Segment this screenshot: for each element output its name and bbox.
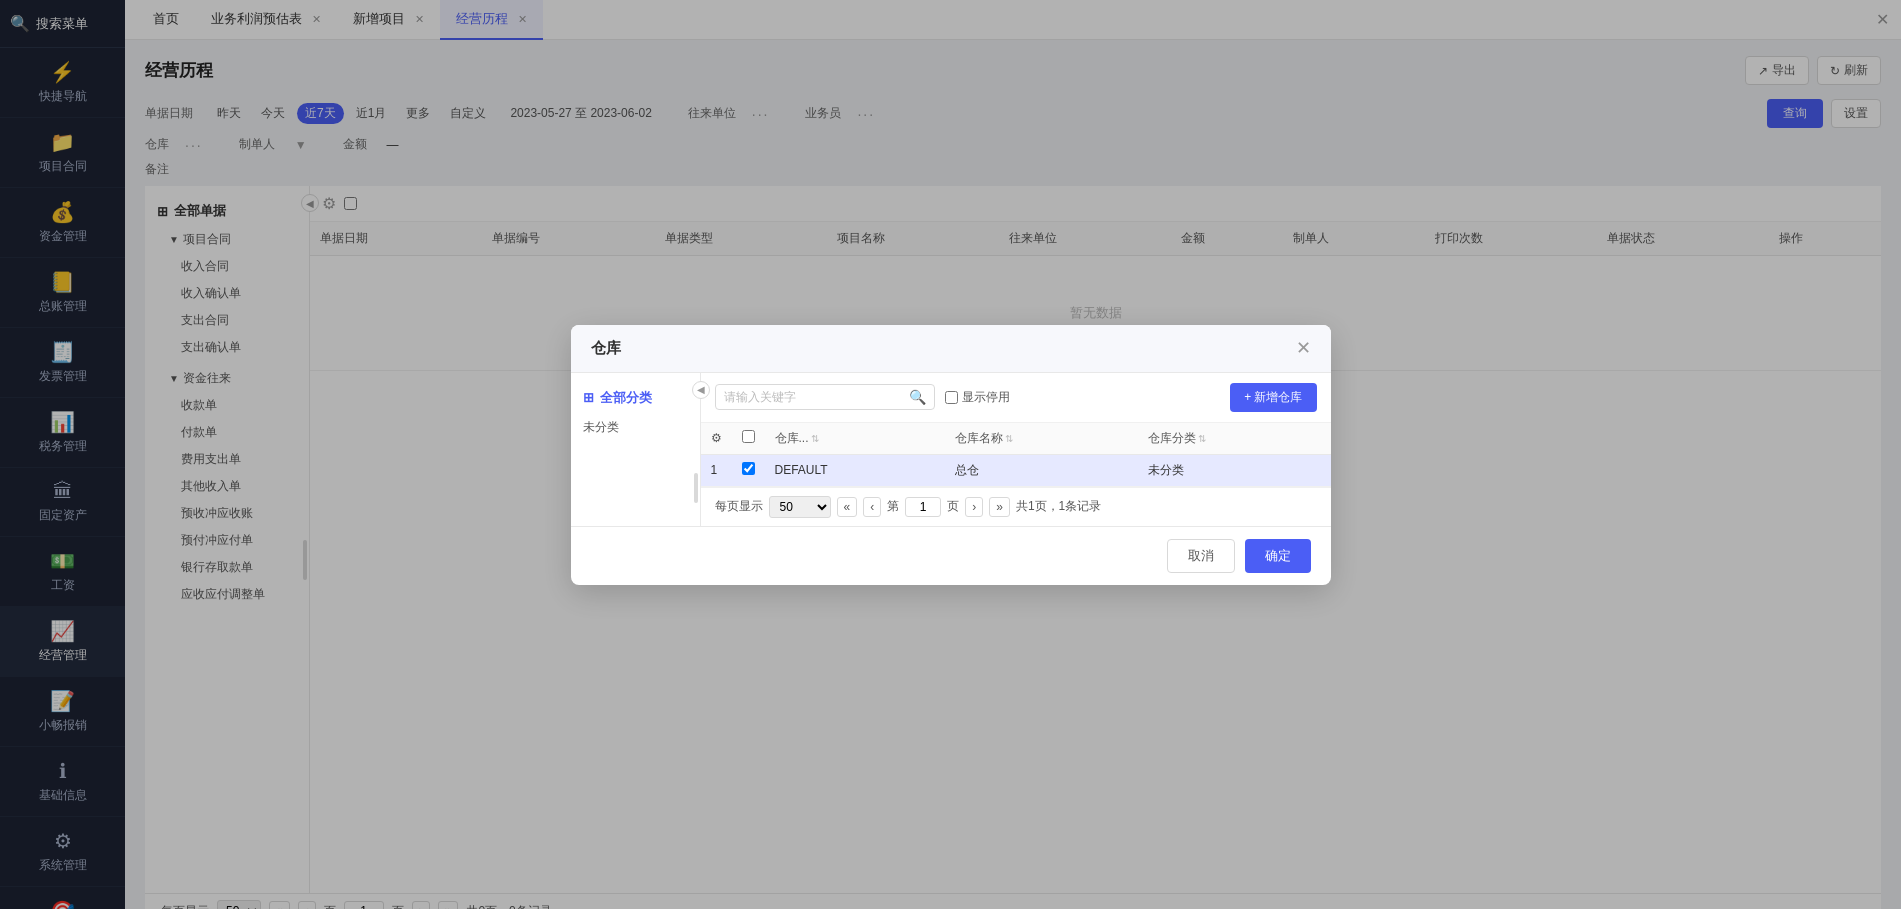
modal-table: ⚙ 仓库...⇅ 仓库名称⇅ — [701, 423, 1331, 487]
modal-page-label: 第 — [887, 498, 899, 515]
add-warehouse-button[interactable]: + 新增仓库 — [1230, 383, 1316, 412]
modal-left-scrollbar[interactable] — [694, 473, 698, 526]
row-category: 未分类 — [1138, 454, 1331, 486]
modal-table-wrap: ⚙ 仓库...⇅ 仓库名称⇅ — [701, 423, 1331, 487]
modal-first-page-btn[interactable]: « — [837, 497, 858, 517]
row-checkbox-cell — [732, 454, 765, 486]
modal-select-all[interactable] — [742, 430, 755, 443]
row-no: 1 — [701, 454, 732, 486]
th-name: 仓库名称⇅ — [945, 423, 1138, 455]
modal-table-header: ⚙ 仓库...⇅ 仓库名称⇅ — [701, 423, 1331, 455]
modal-search-input[interactable] — [724, 390, 909, 404]
modal-next-page-btn[interactable]: › — [965, 497, 983, 517]
modal-grid-icon: ⊞ — [583, 390, 594, 405]
modal-left-collapse-btn[interactable]: ◀ — [692, 381, 710, 399]
modal-overlay: 仓库 ✕ ⊞ 全部分类 ◀ 未分类 — [0, 0, 1901, 909]
th-checkbox-col — [732, 423, 765, 455]
modal-header: 仓库 ✕ — [571, 325, 1331, 373]
modal-title: 仓库 — [591, 339, 621, 358]
modal-page-size-label: 每页显示 — [715, 498, 763, 515]
row-checkbox[interactable] — [742, 462, 755, 475]
modal-cancel-button[interactable]: 取消 — [1167, 539, 1235, 573]
show-disabled-label: 显示停用 — [945, 389, 1010, 406]
modal-pagination: 每页显示 50 « ‹ 第 页 › » 共1页，1条记录 — [701, 487, 1331, 526]
show-disabled-checkbox[interactable] — [945, 391, 958, 404]
modal-left-title[interactable]: ⊞ 全部分类 — [571, 383, 700, 413]
modal-body: ⊞ 全部分类 ◀ 未分类 🔍 — [571, 373, 1331, 526]
modal-search-box: 🔍 — [715, 384, 935, 410]
modal-last-page-btn[interactable]: » — [989, 497, 1010, 517]
modal-right: 🔍 显示停用 + 新增仓库 ⚙ — [701, 373, 1331, 526]
th-gear[interactable]: ⚙ — [701, 423, 732, 455]
sort-icon-name: ⇅ — [1005, 433, 1013, 444]
modal-prev-page-btn[interactable]: ‹ — [863, 497, 881, 517]
modal-left-scroll-thumb — [694, 473, 698, 503]
modal-total-label: 共1页，1条记录 — [1016, 498, 1101, 515]
modal-page-input[interactable] — [905, 497, 941, 517]
modal-toolbar: 🔍 显示停用 + 新增仓库 — [701, 373, 1331, 423]
th-code: 仓库...⇅ — [765, 423, 946, 455]
row-name: 总仓 — [945, 454, 1138, 486]
modal-left-nav: ⊞ 全部分类 ◀ 未分类 — [571, 373, 701, 526]
sort-icon-category: ⇅ — [1198, 433, 1206, 444]
row-code: DEFAULT — [765, 454, 946, 486]
modal-close-button[interactable]: ✕ — [1296, 339, 1311, 357]
modal-footer: 取消 确定 — [571, 526, 1331, 585]
modal-page-unit: 页 — [947, 498, 959, 515]
modal-nav-unclassified[interactable]: 未分类 — [571, 413, 700, 442]
th-category: 仓库分类⇅ — [1138, 423, 1331, 455]
modal-page-size-select[interactable]: 50 — [769, 496, 831, 518]
sort-icon-code: ⇅ — [811, 433, 819, 444]
modal-confirm-button[interactable]: 确定 — [1245, 539, 1311, 573]
modal-search-icon[interactable]: 🔍 — [909, 389, 926, 405]
modal-table-row[interactable]: 1 DEFAULT 总仓 未分类 — [701, 454, 1331, 486]
warehouse-modal: 仓库 ✕ ⊞ 全部分类 ◀ 未分类 — [571, 325, 1331, 585]
